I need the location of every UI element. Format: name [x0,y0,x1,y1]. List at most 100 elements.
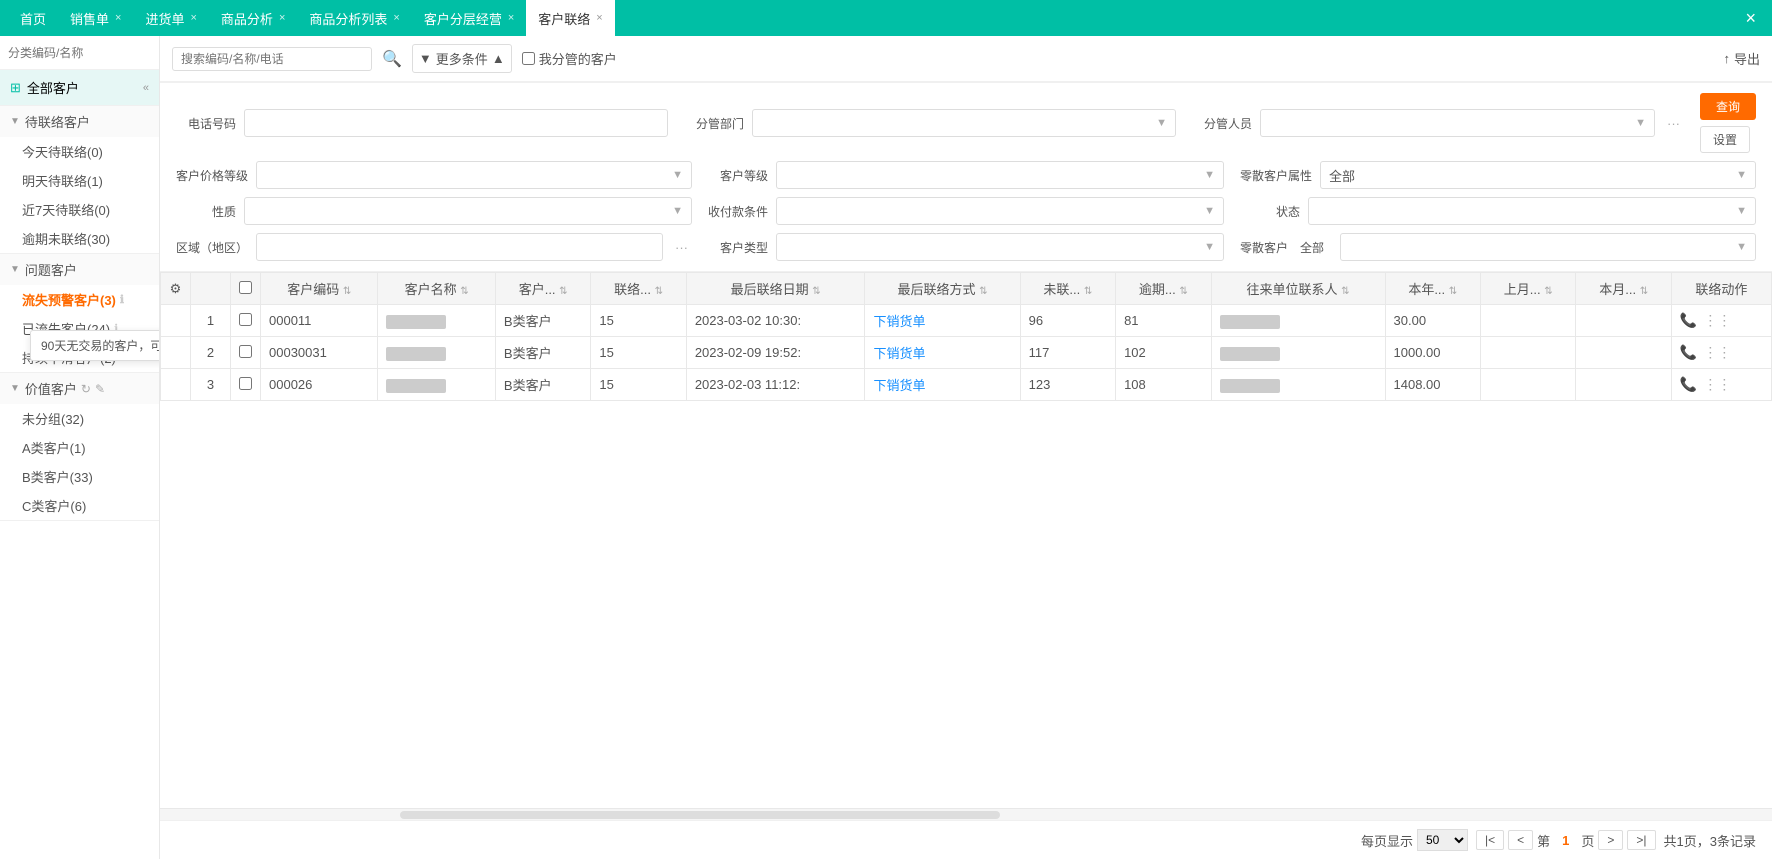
th-contact[interactable]: 联络... ⇅ [591,273,686,305]
th-this-year[interactable]: 本年... ⇅ [1385,273,1480,305]
th-settings[interactable]: ⚙ [161,273,191,305]
query-button[interactable]: 查询 [1700,93,1756,120]
last-method-link-0[interactable]: 下销货单 [873,314,925,329]
payment-select[interactable]: ▼ [776,197,1224,225]
customer-type-select[interactable]: ▼ [776,233,1224,261]
collapse-sidebar-icon[interactable]: « [143,82,149,94]
close-purchase-tab[interactable]: × [190,12,196,24]
close-sales-tab[interactable]: × [115,12,121,24]
th-this-month[interactable]: 本月... ⇅ [1576,273,1671,305]
last-page-btn[interactable]: >| [1627,830,1655,850]
sidebar-item-churn-predict[interactable]: 流失预警客户(3) ℹ [0,285,159,314]
horizontal-scrollbar[interactable] [160,808,1772,820]
th-overdue[interactable]: 逾期... ⇅ [1116,273,1211,305]
manager-more-icon[interactable]: ··· [1663,116,1684,131]
phone-input[interactable] [244,109,668,137]
sort-type-icon[interactable]: ⇅ [559,286,567,297]
sidebar-item-c-class[interactable]: C类客户(6) [0,491,159,520]
nav-product-analysis[interactable]: 商品分析 × [209,0,297,36]
nav-sales[interactable]: 销售单 × [58,0,133,36]
first-page-btn[interactable]: |< [1476,830,1504,850]
action-phone-2[interactable]: 📞 [1680,376,1697,393]
export-btn[interactable]: ↑ 导出 [1723,49,1760,68]
nature-select[interactable]: ▼ [244,197,692,225]
th-last-date[interactable]: 最后联络日期 ⇅ [686,273,865,305]
sort-year-icon[interactable]: ⇅ [1449,286,1457,297]
sort-lastmonth-icon[interactable]: ⇅ [1544,286,1552,297]
value-refresh-icon[interactable]: ↻ [81,382,91,396]
sort-method-icon[interactable]: ⇅ [979,286,987,297]
pending-group-header[interactable]: ▼ 待联络客户 [0,106,159,137]
action-more-2[interactable]: ⋮⋮ [1703,376,1731,393]
action-phone-0[interactable]: 📞 [1680,312,1697,329]
sort-unit-icon[interactable]: ⇅ [1341,286,1349,297]
filter-search-input[interactable] [172,47,372,71]
zero-customer-select[interactable]: ▼ [1340,233,1756,261]
settings-button[interactable]: 设置 [1700,126,1750,153]
th-code[interactable]: 客户编码 ⇅ [261,273,378,305]
action-phone-1[interactable]: 📞 [1680,344,1697,361]
value-edit-icon[interactable]: ✎ [95,382,105,396]
dept-select[interactable]: ▼ [752,109,1176,137]
status-select[interactable]: ▼ [1308,197,1756,225]
th-check[interactable] [231,273,261,305]
nav-home[interactable]: 首页 [8,9,58,28]
sidebar-item-overdue[interactable]: 逾期未联络(30) [0,224,159,253]
sort-code-icon[interactable]: ⇅ [343,286,351,297]
sort-contact-icon[interactable]: ⇅ [655,286,663,297]
last-method-link-2[interactable]: 下销货单 [873,378,925,393]
sidebar-item-tomorrow[interactable]: 明天待联络(1) [0,166,159,195]
sort-date-icon[interactable]: ⇅ [812,286,820,297]
row-checkbox-0[interactable] [239,313,252,326]
my-customers-checkbox[interactable] [522,52,535,65]
filter-search-icon[interactable]: 🔍 [382,49,402,69]
sidebar-item-a-class[interactable]: A类客户(1) [0,433,159,462]
more-conditions-btn[interactable]: ▼ 更多条件 ▲ [412,44,512,73]
th-type[interactable]: 客户... ⇅ [495,273,590,305]
sort-thismonth-icon[interactable]: ⇅ [1640,286,1648,297]
sort-not-contacted-icon[interactable]: ⇅ [1084,286,1092,297]
sidebar-search-input[interactable] [8,46,160,60]
region-more-icon[interactable]: ··· [671,240,692,255]
row-check-0[interactable] [231,305,261,337]
close-all-tabs[interactable]: × [1737,8,1764,29]
manager-select[interactable]: ▼ [1260,109,1655,137]
scrollbar-thumb[interactable] [400,811,1000,819]
action-more-0[interactable]: ⋮⋮ [1703,312,1731,329]
nav-purchase[interactable]: 进货单 × [133,0,208,36]
close-product-analysis-list-tab[interactable]: × [393,12,399,24]
sidebar-all-customers[interactable]: ⊞ 全部客户 « [0,70,159,106]
close-product-analysis-tab[interactable]: × [279,12,285,24]
customer-grade-select[interactable]: ▼ [776,161,1224,189]
th-name[interactable]: 客户名称 ⇅ [378,273,495,305]
row-checkbox-1[interactable] [239,345,252,358]
row-checkbox-2[interactable] [239,377,252,390]
my-customers-filter[interactable]: 我分管的客户 [522,49,617,68]
sidebar-item-b-class[interactable]: B类客户(33) [0,462,159,491]
close-customer-layer-tab[interactable]: × [508,12,514,24]
row-check-1[interactable] [231,337,261,369]
nav-customer-contact[interactable]: 客户联络 × [526,0,614,36]
row-last-method-2[interactable]: 下销货单 [865,369,1020,401]
nav-customer-layer[interactable]: 客户分层经营 × [412,0,526,36]
prev-page-btn[interactable]: < [1508,830,1533,850]
zero-type-select[interactable]: 全部 ▼ [1320,161,1756,189]
sidebar-item-today[interactable]: 今天待联络(0) [0,137,159,166]
per-page-select[interactable]: 50 20 100 [1417,829,1468,851]
sidebar-item-week[interactable]: 近7天待联络(0) [0,195,159,224]
th-last-month[interactable]: 上月... ⇅ [1480,273,1575,305]
action-more-1[interactable]: ⋮⋮ [1703,344,1731,361]
close-customer-contact-tab[interactable]: × [596,12,602,24]
sort-overdue-icon[interactable]: ⇅ [1179,286,1187,297]
th-last-method[interactable]: 最后联络方式 ⇅ [865,273,1020,305]
th-not-contacted[interactable]: 未联... ⇅ [1020,273,1115,305]
last-method-link-1[interactable]: 下销货单 [873,346,925,361]
row-last-method-1[interactable]: 下销货单 [865,337,1020,369]
sort-name-icon[interactable]: ⇅ [460,286,468,297]
row-last-method-0[interactable]: 下销货单 [865,305,1020,337]
sidebar-item-unsorted[interactable]: 未分组(32) [0,404,159,433]
value-group-header[interactable]: ▼ 价值客户 ↻ ✎ [0,373,159,404]
price-grade-select[interactable]: ▼ [256,161,692,189]
row-check-2[interactable] [231,369,261,401]
nav-product-analysis-list[interactable]: 商品分析列表 × [297,0,411,36]
